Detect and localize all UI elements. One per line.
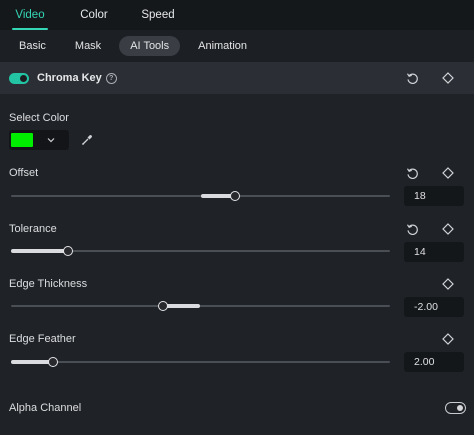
keyframe-icon[interactable] xyxy=(441,71,455,85)
color-swatch xyxy=(11,133,33,147)
tolerance-label: Tolerance xyxy=(9,223,57,235)
toggle-knob xyxy=(20,74,27,82)
edge-feather-keyframe-icon[interactable] xyxy=(441,332,455,346)
color-select-dropdown[interactable] xyxy=(9,130,69,150)
slider-thumb[interactable] xyxy=(62,246,73,256)
top-tab-bar: Video Color Speed xyxy=(0,0,474,30)
edge-feather-slider[interactable] xyxy=(11,355,390,369)
subtab-basic[interactable]: Basic xyxy=(8,36,57,56)
tolerance-reset-icon[interactable] xyxy=(405,222,419,236)
tolerance-slider[interactable] xyxy=(11,244,390,258)
select-color-label: Select Color xyxy=(9,112,69,124)
alpha-channel-label: Alpha Channel xyxy=(9,402,82,414)
toggle-knob xyxy=(457,404,463,411)
slider-fill xyxy=(162,304,201,308)
slider-track xyxy=(11,361,390,363)
tab-color[interactable]: Color xyxy=(66,0,122,30)
edge-thickness-value-field[interactable]: -2.00 xyxy=(404,297,464,317)
slider-track xyxy=(11,305,390,307)
tab-speed[interactable]: Speed xyxy=(130,0,186,30)
chevron-down-icon xyxy=(47,134,55,146)
tolerance-value-field[interactable]: 14 xyxy=(404,242,464,262)
edge-thickness-label: Edge Thickness xyxy=(9,278,88,290)
tab-video[interactable]: Video xyxy=(2,0,58,30)
eyedropper-icon[interactable] xyxy=(80,133,94,147)
chroma-key-title: Chroma Key xyxy=(37,72,102,84)
offset-reset-icon[interactable] xyxy=(405,166,419,180)
subtab-mask[interactable]: Mask xyxy=(64,36,112,56)
sub-tab-bar: Basic Mask AI Tools Animation xyxy=(0,30,474,62)
reset-icon[interactable] xyxy=(405,71,419,85)
slider-thumb[interactable] xyxy=(157,301,168,311)
help-icon[interactable]: ? xyxy=(105,72,117,84)
subtab-ai-tools[interactable]: AI Tools xyxy=(119,36,181,56)
chroma-key-header: Chroma Key ? xyxy=(0,62,474,94)
offset-slider[interactable] xyxy=(11,189,390,203)
edge-feather-value-field[interactable]: 2.00 xyxy=(404,352,464,372)
subtab-animation[interactable]: Animation xyxy=(187,36,258,56)
offset-keyframe-icon[interactable] xyxy=(441,166,455,180)
slider-fill xyxy=(11,249,68,253)
offset-value-field[interactable]: 18 xyxy=(404,186,464,206)
alpha-channel-toggle[interactable] xyxy=(445,402,466,414)
slider-fill xyxy=(11,360,53,364)
tolerance-keyframe-icon[interactable] xyxy=(441,222,455,236)
chroma-key-toggle[interactable] xyxy=(9,72,29,84)
slider-thumb[interactable] xyxy=(47,357,58,367)
edge-feather-label: Edge Feather xyxy=(9,333,76,345)
offset-label: Offset xyxy=(9,167,39,179)
edge-thickness-slider[interactable] xyxy=(11,299,390,313)
edge-thickness-keyframe-icon[interactable] xyxy=(441,277,455,291)
slider-thumb[interactable] xyxy=(229,191,240,201)
